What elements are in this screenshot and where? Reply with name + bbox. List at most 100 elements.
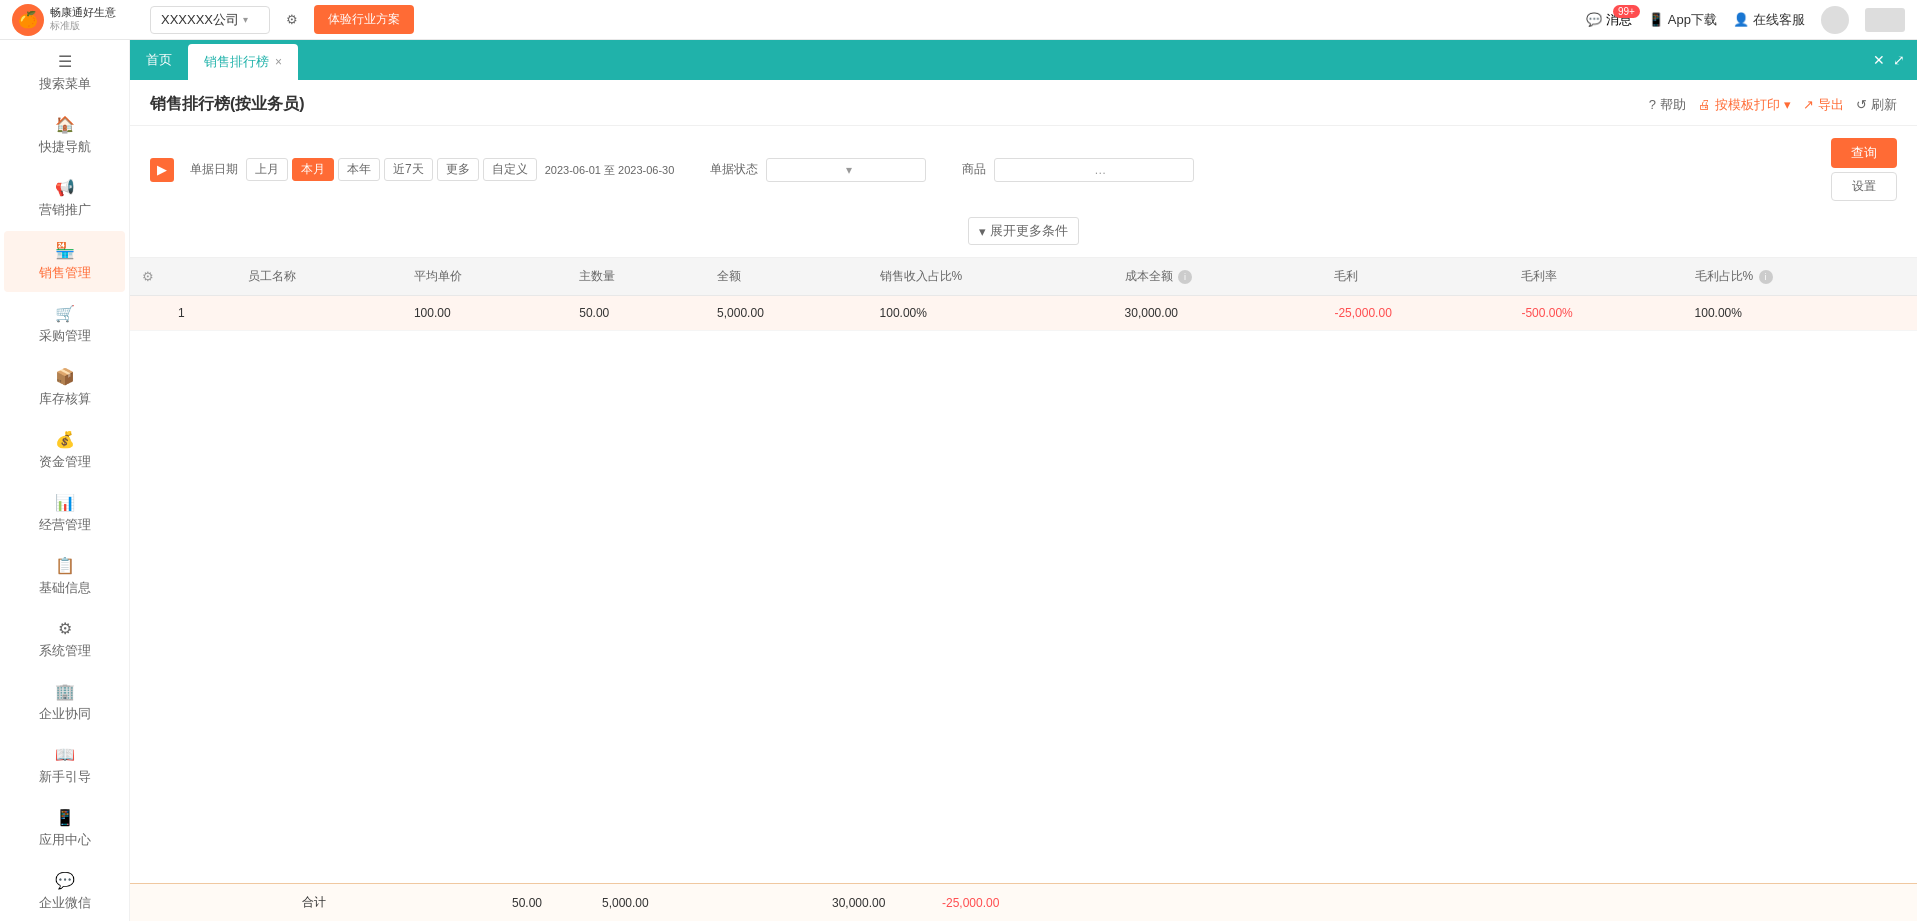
date-filter-label: 单据日期 [190,161,238,178]
tab-bar: 首页 销售排行榜 × ✕ ⤢ [130,40,1917,80]
company-selector[interactable]: XXXXXX公司 ▾ [150,6,270,34]
filter-expand-arrow[interactable]: ▶ [150,158,174,182]
tab-home[interactable]: 首页 [130,40,188,80]
footer-amount: 5,000.00 [602,896,712,910]
col-settings-icon[interactable]: ⚙ [142,269,154,284]
company-dropdown-icon: ▾ [243,14,248,25]
sidebar-icon-finance: 💰 [55,430,75,449]
sidebar-item-purchase[interactable]: 🛒 采购管理 [4,294,125,355]
export-btn[interactable]: ↗ 导出 [1803,96,1844,114]
status-select-arrow: ▾ [846,163,917,177]
sidebar: ☰ 搜索菜单🏠 快捷导航📢 营销推广🏪 销售管理🛒 采购管理📦 库存核算💰 资金… [0,40,130,921]
footer-label: 合计 [302,894,422,911]
date-btn-last-month[interactable]: 上月 [246,158,288,181]
tab-sales-ranking[interactable]: 销售排行榜 × [188,44,298,80]
app-download-btn[interactable]: 📱 App下载 [1648,11,1717,29]
cost-info-icon[interactable]: i [1178,270,1192,284]
col-avg-price: 平均单价 [402,258,567,296]
company-name: XXXXXX公司 [161,11,239,29]
tab-close-icon[interactable]: × [275,55,282,69]
tab-home-label: 首页 [146,51,172,69]
sidebar-item-quick-nav[interactable]: 🏠 快捷导航 [4,105,125,166]
goods-filter-label: 商品 [962,161,986,178]
sidebar-item-marketing[interactable]: 📢 营销推广 [4,168,125,229]
avatar[interactable] [1821,6,1849,34]
user-menu[interactable] [1865,8,1905,32]
date-btn-custom[interactable]: 自定义 [483,158,537,181]
help-icon: ? [1649,97,1656,112]
col-qty: 主数量 [567,258,705,296]
date-btn-more[interactable]: 更多 [437,158,479,181]
sidebar-label-guide: 新手引导 [39,768,91,786]
logo-sub: 标准版 [50,19,116,33]
sidebar-item-system[interactable]: ⚙ 系统管理 [4,609,125,670]
date-btn-this-month[interactable]: 本月 [292,158,334,181]
topbar-settings-btn[interactable]: ⚙ [278,6,306,34]
print-btn[interactable]: 🖨 按模板打印 ▾ [1698,96,1791,114]
print-dropdown-icon: ▾ [1784,97,1791,112]
date-btn-this-year[interactable]: 本年 [338,158,380,181]
cell-amount-0: 5,000.00 [705,296,867,331]
col-gross-rate: 毛利率 [1509,258,1682,296]
expand-more-icon: ▾ [979,224,986,239]
sidebar-item-basic-info[interactable]: 📋 基础信息 [4,546,125,607]
header-actions: ? 帮助 🖨 按模板打印 ▾ ↗ 导出 ↺ [1649,96,1897,114]
cell-cost-0: 30,000.00 [1113,296,1323,331]
online-service-icon: 👤 [1733,12,1749,27]
col-cost: 成本全额 i [1113,258,1323,296]
page-title: 销售排行榜(按业务员) [150,94,305,115]
tab-close-window-icon[interactable]: ✕ [1873,52,1885,68]
tab-sales-label: 销售排行榜 [204,53,269,71]
tab-expand-icon[interactable]: ⤢ [1893,52,1905,68]
set-btn[interactable]: 设置 [1831,172,1897,201]
col-sales-pct: 销售收入占比% [868,258,1113,296]
table-footer: 合计 50.00 5,000.00 30,000.00 -25,000.00 [130,883,1917,921]
sidebar-item-wechat[interactable]: 💬 企业微信 [4,861,125,921]
expand-more-btn[interactable]: ▾ 展开更多条件 [968,217,1079,245]
logo-text: 畅康通好生意 [50,6,116,19]
refresh-btn[interactable]: ↺ 刷新 [1856,96,1897,114]
footer-cost: 30,000.00 [832,896,942,910]
sidebar-item-guide[interactable]: 📖 新手引导 [4,735,125,796]
date-filter: 单据日期 上月 本月 本年 近7天 更多 自定义 2023-06-01 至 20… [190,158,674,181]
search-btn[interactable]: 查询 [1831,138,1897,168]
sidebar-label-purchase: 采购管理 [39,327,91,345]
sidebar-item-app-center[interactable]: 📱 应用中心 [4,798,125,859]
gross-pct-info-icon[interactable]: i [1759,270,1773,284]
goods-select[interactable]: … [994,158,1194,182]
col-amount: 全额 [705,258,867,296]
date-btn-7days[interactable]: 近7天 [384,158,433,181]
trial-btn[interactable]: 体验行业方案 [314,5,414,34]
table-row: 1 100.00 50.00 5,000.00 100.00% 30,000.0… [130,296,1917,331]
message-btn[interactable]: 💬 消息 99+ [1586,11,1632,29]
sidebar-label-system: 系统管理 [39,642,91,660]
expand-more-label: 展开更多条件 [990,222,1068,240]
sidebar-icon-search-order: ☰ [58,52,72,71]
online-service-label: 在线客服 [1753,11,1805,29]
logo-icon: 🍊 [12,4,44,36]
sidebar-item-enterprise[interactable]: 🏢 企业协同 [4,672,125,733]
filter-actions: 查询 设置 [1831,138,1897,201]
status-select[interactable]: ▾ [766,158,926,182]
sidebar-label-operations: 经营管理 [39,516,91,534]
sidebar-item-operations[interactable]: 📊 经营管理 [4,483,125,544]
goods-filter: 商品 … [962,158,1194,182]
status-filter: 单据状态 ▾ [710,158,926,182]
sidebar-label-finance: 资金管理 [39,453,91,471]
sidebar-label-app-center: 应用中心 [39,831,91,849]
sidebar-item-sales[interactable]: 🏪 销售管理 [4,231,125,292]
page-header: 销售排行榜(按业务员) ? 帮助 🖨 按模板打印 ▾ ↗ [130,80,1917,126]
table-header-row: ⚙ 员工名称 平均单价 主数量 全额 销售收入占比% 成本全额 i 毛利 毛利率 [130,258,1917,296]
cell-qty-0: 50.00 [567,296,705,331]
sidebar-label-inventory: 库存核算 [39,390,91,408]
sidebar-item-search-order[interactable]: ☰ 搜索菜单 [4,42,125,103]
col-gross: 毛利 [1322,258,1509,296]
goods-more-icon: … [1094,163,1185,177]
sidebar-item-finance[interactable]: 💰 资金管理 [4,420,125,481]
help-btn[interactable]: ? 帮助 [1649,96,1686,114]
sidebar-item-inventory[interactable]: 📦 库存核算 [4,357,125,418]
online-service-btn[interactable]: 👤 在线客服 [1733,11,1805,29]
message-badge: 99+ [1613,5,1640,18]
col-settings: ⚙ [130,258,166,296]
sidebar-icon-inventory: 📦 [55,367,75,386]
